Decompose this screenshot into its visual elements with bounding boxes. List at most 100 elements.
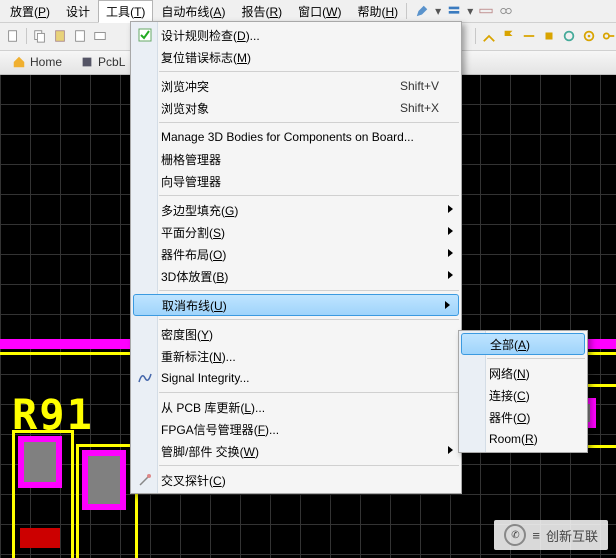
menu-label: 工具 (106, 5, 130, 19)
menuitem-manage-3d-bodies[interactable]: Manage 3D Bodies for Components on Board… (131, 126, 461, 148)
menu-separator (159, 122, 459, 123)
menuitem-label: 栅格管理器 (161, 151, 221, 168)
watermark-bars-icon: ≡ (532, 528, 540, 543)
tools-dropdown: 设计规则检查(D)... 复位错误标志(M) 浏览冲突 Shift+V 浏览对象… (130, 21, 462, 494)
menuitem-label: 平面分割 (161, 226, 209, 240)
submenu-arrow-icon (448, 205, 453, 213)
menuitem-pin-part-swap[interactable]: 管脚/部件 交换(W) (131, 440, 461, 462)
chip-icon[interactable] (542, 29, 556, 43)
menubar-toolstrip: ▾ ▾ (415, 4, 513, 18)
chip-icon (80, 55, 94, 69)
menu-separator (159, 71, 459, 72)
menuitem-label: 管脚/部件 交换 (161, 445, 240, 459)
menu-label: 窗口 (298, 5, 322, 19)
menu-tools[interactable]: 工具(T) (98, 0, 153, 23)
tab-home[interactable]: Home (6, 53, 68, 71)
menu-window[interactable]: 窗口(W) (290, 0, 349, 23)
menuitem-label: 多边型填充 (161, 204, 221, 218)
watermark: ✆ ≡ 创新互联 (494, 520, 608, 550)
menu-report[interactable]: 报告(R) (233, 0, 290, 23)
menuitem-reannotate[interactable]: 重新标注(N)... (131, 345, 461, 367)
submenu-arrow-icon (448, 446, 453, 454)
menuitem-label: Signal Integrity... (161, 371, 250, 385)
stack-icon[interactable] (93, 29, 107, 43)
route-icon[interactable] (482, 29, 496, 43)
menuitem-label: 网络 (489, 367, 513, 381)
target-icon[interactable] (582, 29, 596, 43)
layers-icon[interactable] (447, 4, 461, 18)
menuitem-plane-split[interactable]: 平面分割(S) (131, 221, 461, 243)
menu-label: 设计 (66, 5, 90, 19)
new-doc-icon[interactable] (6, 29, 20, 43)
menuitem-cross-probe[interactable]: 交叉探针(C) (131, 469, 461, 491)
menuitem-label: 取消布线 (162, 299, 210, 313)
menuitem-update-from-pcblib[interactable]: 从 PCB 库更新(L)... (131, 396, 461, 418)
menuitem-shortcut: Shift+X (400, 101, 439, 115)
circle-icon[interactable] (562, 29, 576, 43)
toolbar-separator (475, 28, 476, 44)
pencil-icon[interactable] (415, 4, 429, 18)
menuitem-label: Manage 3D Bodies for Components on Board… (161, 130, 414, 144)
menubar-separator (406, 3, 407, 19)
submenu-unroute-net[interactable]: 网络(N) (459, 362, 587, 384)
menuitem-label: 浏览对象 (161, 100, 209, 117)
menuitem-fpga-signal-manager[interactable]: FPGA信号管理器(F)... (131, 418, 461, 440)
menu-label: 报告 (241, 5, 265, 19)
menuitem-label: 浏览冲突 (161, 78, 209, 95)
menuitem-density-map[interactable]: 密度图(Y) (131, 323, 461, 345)
dropdown-caret-icon[interactable]: ▾ (435, 4, 441, 18)
submenu-arrow-icon (445, 301, 450, 309)
menuitem-guide-manager[interactable]: 向导管理器 (131, 170, 461, 192)
link-icon[interactable] (499, 4, 513, 18)
flag-icon[interactable] (502, 29, 516, 43)
menuitem-label: 密度图 (161, 328, 197, 342)
menuitem-3d-body-placement[interactable]: 3D体放置(B) (131, 265, 461, 287)
submenu-unroute-connection[interactable]: 连接(C) (459, 384, 587, 406)
menuitem-label: 器件布局 (161, 248, 209, 262)
docs-icon[interactable] (73, 29, 87, 43)
home-icon (12, 55, 26, 69)
menuitem-component-layout[interactable]: 器件布局(O) (131, 243, 461, 265)
menu-separator (487, 358, 585, 359)
menu-design[interactable]: 设计 (58, 0, 98, 23)
pcb-copper (20, 528, 60, 548)
tab-label: PcbL (98, 55, 125, 69)
menuitem-polygon-fill[interactable]: 多边型填充(G) (131, 199, 461, 221)
menuitem-label: 重新标注 (161, 350, 209, 364)
menuitem-browse-conflicts[interactable]: 浏览冲突 Shift+V (131, 75, 461, 97)
submenu-arrow-icon (448, 249, 453, 257)
tab-label: Home (30, 55, 62, 69)
menu-separator (159, 465, 459, 466)
menuitem-signal-integrity[interactable]: Signal Integrity... (131, 367, 461, 389)
menuitem-unroute[interactable]: 取消布线(U) (133, 294, 459, 316)
menu-separator (159, 392, 459, 393)
signal-integrity-icon (137, 370, 153, 386)
drc-icon (137, 27, 153, 43)
copy-icon[interactable] (33, 29, 47, 43)
menuitem-label: Room (489, 432, 521, 446)
menu-help[interactable]: 帮助(H) (349, 0, 406, 23)
menuitem-label: 向导管理器 (161, 173, 221, 190)
menuitem-label: 从 PCB 库更新 (161, 401, 240, 415)
key-icon[interactable] (602, 29, 616, 43)
menuitem-grid-manager[interactable]: 栅格管理器 (131, 148, 461, 170)
tab-pcblib[interactable]: PcbL (74, 53, 131, 71)
menu-label: 帮助 (357, 5, 381, 19)
menuitem-browse-objects[interactable]: 浏览对象 Shift+X (131, 97, 461, 119)
menu-place[interactable]: 放置(P) (2, 0, 58, 23)
submenu-arrow-icon (448, 227, 453, 235)
pcb-outline (76, 444, 138, 558)
menu-label: 自动布线 (161, 5, 209, 19)
menuitem-reset-error-flags[interactable]: 复位错误标志(M) (131, 46, 461, 68)
dropdown-caret-icon[interactable]: ▾ (467, 4, 473, 18)
menuitem-design-rule-check[interactable]: 设计规则检查(D)... (131, 24, 461, 46)
ruler-icon[interactable] (479, 4, 493, 18)
menuitem-label: 连接 (489, 389, 513, 403)
submenu-unroute-all[interactable]: 全部(A) (461, 333, 585, 355)
line-icon[interactable] (522, 29, 536, 43)
paste-icon[interactable] (53, 29, 67, 43)
menu-autoroute[interactable]: 自动布线(A) (153, 0, 233, 23)
submenu-unroute-component[interactable]: 器件(O) (459, 406, 587, 428)
menuitem-label: 全部 (490, 338, 514, 352)
submenu-unroute-room[interactable]: Room(R) (459, 428, 587, 450)
